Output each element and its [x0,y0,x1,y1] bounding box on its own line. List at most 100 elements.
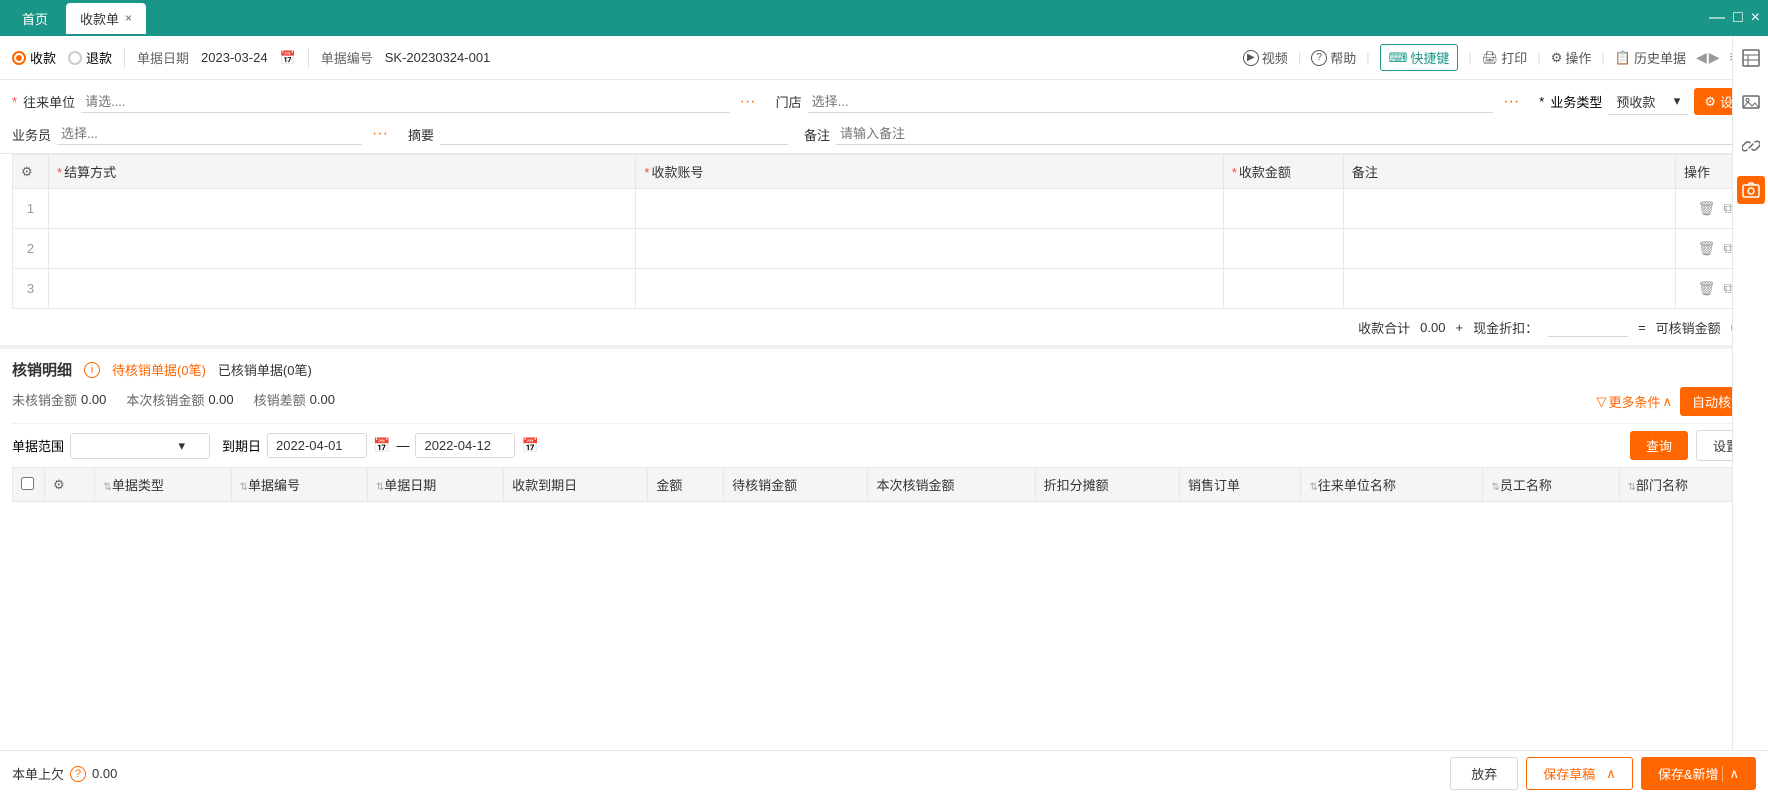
radio-receipt[interactable]: 收款 [12,48,56,67]
table-row: 1 🗑 ⧉ [13,189,1756,229]
radio-refund-label: 退款 [86,48,112,67]
calendar-to-icon[interactable]: 📅 [521,437,538,454]
main-content: 收款 退款 单据日期 2023-03-24 📅 单据编号 SK-20230324… [0,36,1768,796]
business-type-select[interactable]: 预收款 ▾ [1608,89,1688,115]
shortcut-button[interactable]: ⌨ 快捷键 [1380,44,1459,71]
calendar-icon[interactable]: 📅 [280,50,296,66]
window-maximize-icon[interactable]: □ [1733,9,1743,27]
current-label: 本次核销金额 [126,390,204,409]
select-all-checkbox[interactable] [21,477,34,490]
more-conditions-btn[interactable]: ▽ 更多条件 ∧ [1596,392,1672,411]
operation-icon: ⚙ [1551,50,1563,66]
row-3-remark[interactable] [1343,269,1675,309]
row-2-delete-icon[interactable]: 🗑 [1698,240,1716,257]
window-minimize-icon[interactable]: — [1709,9,1725,27]
table-gear-icon[interactable]: ⚙ [21,164,33,179]
detail-table: ⚙ ⇅单据类型 ⇅单据编号 ⇅单据日期 收款到期日 [12,467,1756,502]
form-area: * 往来单位 ··· 门店 ··· * 业务类型 预收款 ▾ ⚙ 设置 [0,80,1768,154]
col-pending-amount-header: 待核销金额 [724,468,868,502]
number-value[interactable]: SK-20230324-001 [385,50,491,65]
salesperson-input[interactable] [57,123,362,145]
window-close-icon[interactable]: × [1751,9,1760,27]
operation-action[interactable]: ⚙ 操作 [1551,48,1592,67]
row-3-settlement[interactable] [49,269,636,309]
abandon-button[interactable]: 放弃 [1450,757,1518,790]
sidebar-camera-icon[interactable] [1737,176,1765,204]
discount-label: 现金折扣： [1473,318,1538,337]
range-select[interactable]: ▾ [70,433,210,459]
nav-prev-icon[interactable]: ◀ [1696,49,1707,66]
sidebar-table-icon[interactable] [1737,44,1765,72]
row-3-delete-icon[interactable]: 🗑 [1698,280,1716,297]
row-3-account[interactable] [636,269,1223,309]
summary-row: 收款合计 0.00 + 现金折扣： = 可核销金额 0.00 [0,309,1768,349]
help-action[interactable]: ? 帮助 [1311,48,1356,67]
nav-next-icon[interactable]: ▶ [1709,49,1720,66]
save-new-button[interactable]: 保存&新增 ∧ [1641,757,1756,790]
range-label: 单据范围 [12,436,64,455]
row-1-settlement[interactable] [49,189,636,229]
save-new-chevron[interactable]: ∧ [1722,766,1739,782]
info-icon[interactable]: i [84,362,100,378]
salesperson-more-icon[interactable]: ··· [368,125,392,143]
done-tab[interactable]: 已核销单据(0笔) [218,360,312,379]
date-range: 📅 — 📅 [267,433,539,458]
calendar-from-icon[interactable]: 📅 [373,437,390,454]
counterpart-more-icon[interactable]: ··· [736,93,760,111]
bottom-info-icon[interactable]: ? [70,766,86,782]
section2-title: 核销明细 [12,359,72,380]
row-1-remark[interactable] [1343,189,1675,229]
divider-2 [308,48,309,68]
shortcut-label: 快捷键 [1410,48,1449,67]
col-settings-header: ⚙ [13,155,49,189]
pending-tab[interactable]: 待核销单据(0笔) [112,360,206,379]
col-amount-header: 金额 [648,468,724,502]
save-new-label: 保存&新增 [1658,764,1719,783]
note-field: 备注 [804,123,1756,145]
date-from-input[interactable] [267,433,367,458]
row-2-remark[interactable] [1343,229,1675,269]
col-amount-header: *收款金额 [1223,155,1343,189]
store-field: 门店 ··· [776,91,1524,113]
row-2-account[interactable] [636,229,1223,269]
counterpart-input[interactable] [81,91,730,113]
radio-receipt-circle [12,51,26,65]
date-to-input[interactable] [415,433,515,458]
tab-home[interactable]: 首页 [8,3,62,34]
tab-active[interactable]: 收款单 × [66,3,146,34]
sidebar-link-icon[interactable] [1737,132,1765,160]
table-row: 3 🗑 ⧉ [13,269,1756,309]
summary-input[interactable] [440,123,788,145]
sidebar-image-icon[interactable] [1737,88,1765,116]
col-settlement-header: *结算方式 [49,155,636,189]
tab-close-icon[interactable]: × [125,11,132,25]
note-input[interactable] [836,123,1756,145]
save-draft-chevron[interactable]: ∧ [1599,766,1616,782]
print-action[interactable]: 🖨 打印 [1482,48,1528,67]
query-button[interactable]: 查询 [1630,431,1688,460]
discount-input[interactable] [1548,317,1628,337]
row-1-amount[interactable] [1223,189,1343,229]
store-more-icon[interactable]: ··· [1499,93,1523,111]
video-action[interactable]: ▶ 视频 [1243,48,1288,67]
row-3-amount[interactable] [1223,269,1343,309]
row-2-amount[interactable] [1223,229,1343,269]
due-date-label: 到期日 [222,436,261,455]
row-1-account[interactable] [636,189,1223,229]
unchecked-label: 未核销金额 [12,390,77,409]
form-row-1: * 往来单位 ··· 门店 ··· * 业务类型 预收款 ▾ ⚙ 设置 [12,88,1756,115]
tab-bar: 首页 收款单 × — □ × [0,0,1768,36]
col-account-header: *收款账号 [636,155,1223,189]
date-value[interactable]: 2023-03-24 [201,50,268,65]
radio-refund[interactable]: 退款 [68,48,112,67]
form-row-2: 业务员 ··· 摘要 备注 [12,123,1756,145]
row-2-settlement[interactable] [49,229,636,269]
history-action[interactable]: 📋 历史单据 [1615,48,1686,67]
radio-receipt-label: 收款 [30,48,56,67]
store-input[interactable] [808,91,1494,113]
section2-header: 核销明细 i 待核销单据(0笔) 已核销单据(0笔) [12,349,1756,386]
detail-gear-icon[interactable]: ⚙ [53,477,65,492]
save-draft-button[interactable]: 保存草稿 ∧ [1526,757,1633,790]
divider-1 [124,48,125,68]
row-1-delete-icon[interactable]: 🗑 [1698,200,1716,217]
